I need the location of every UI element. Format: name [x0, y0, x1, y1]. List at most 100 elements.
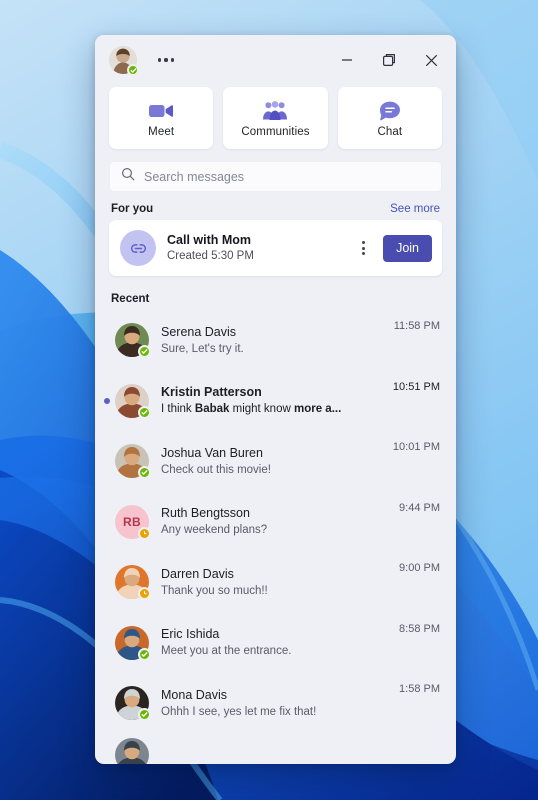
chat-preview-message: I think Babak might know more a...: [161, 403, 342, 416]
presence-badge-available: [138, 466, 151, 480]
chat-contact-name: Mona Davis: [161, 687, 227, 702]
maximize-button[interactable]: [368, 43, 410, 77]
chat-label: Chat: [377, 125, 403, 138]
meeting-text: Call with Mom Created 5:30 PM: [167, 233, 343, 264]
desktop-background: Meet Communities Chat Search messages Fo…: [0, 0, 538, 800]
dot: [170, 58, 174, 62]
recent-title: Recent: [111, 293, 150, 305]
chat-timestamp: 11:58 PM: [393, 320, 440, 332]
chat-contact-name: Darren Davis: [161, 566, 234, 581]
chat-item-text: Joshua Van Buren Check out this movie!: [161, 445, 381, 478]
search-icon: [121, 167, 135, 186]
meeting-card[interactable]: Call with Mom Created 5:30 PM Join: [109, 220, 442, 276]
avatar[interactable]: [115, 565, 151, 601]
chat-preview-message: Ohhh I see, yes let me fix that!: [161, 705, 317, 718]
check-icon: [141, 470, 148, 476]
meeting-subtitle: Created 5:30 PM: [167, 249, 254, 262]
chat-list-item[interactable]: Joshua Van Buren Check out this movie! 10:…: [101, 431, 450, 492]
chat-item-text: Eric Ishida Meet you at the entrance.: [161, 626, 387, 659]
chat-bubble-glyph: [379, 101, 400, 120]
dot: [361, 252, 365, 256]
teams-chat-flyout-window: Meet Communities Chat Search messages Fo…: [95, 35, 456, 764]
meet-label: Meet: [148, 125, 175, 138]
chat-preview-message: Any weekend plans?: [161, 524, 268, 537]
chat-item-text: Ruth Bengtsson Any weekend plans?: [161, 505, 387, 538]
video-camera-icon: [148, 99, 174, 123]
chat-list-item-partial[interactable]: [101, 734, 450, 764]
search-input[interactable]: [144, 169, 430, 184]
presence-badge-available: [138, 647, 151, 661]
chat-list-item[interactable]: RB Ruth Bengtsson Any weekend plans? 9:44 P…: [101, 492, 450, 553]
search-box[interactable]: [109, 161, 442, 192]
presence-badge-available: [127, 64, 139, 76]
maximize-icon: [383, 54, 395, 67]
chat-list-item[interactable]: Kristin Patterson I think Babak might kno…: [101, 371, 450, 432]
chat-timestamp: 9:44 PM: [399, 501, 440, 514]
chat-timestamp: 1:58 PM: [399, 683, 440, 695]
close-icon: [425, 54, 437, 66]
check-icon: [130, 67, 136, 73]
avatar[interactable]: [115, 383, 151, 419]
presence-badge-available: [138, 708, 151, 722]
clock-icon: [144, 591, 147, 595]
chat-list-item[interactable]: Eric Ishida Meet you at the entrance. 8:58…: [101, 613, 450, 674]
for-you-title: For you: [111, 203, 154, 215]
avatar[interactable]: [115, 686, 151, 722]
chat-contact-name: Joshua Van Buren: [161, 445, 263, 460]
chat-contact-name: Serena Davis: [161, 324, 237, 339]
presence-badge-away: [138, 526, 151, 540]
recent-chat-list[interactable]: Serena Davis Sure, Let's try it. 11:58 PM K…: [95, 310, 456, 764]
avatar[interactable]: [115, 737, 149, 764]
magnifier-glyph: [121, 167, 135, 181]
chat-item-text: Kristin Patterson I think Babak might kno…: [161, 384, 381, 417]
check-icon: [141, 651, 148, 657]
dot: [158, 58, 162, 62]
avatar[interactable]: RB: [115, 504, 151, 540]
chat-item-text: Mona Davis Ohhh I see, yes let me fix tha…: [161, 687, 387, 720]
meeting-more-options-button[interactable]: [354, 233, 372, 263]
contact-photo: [115, 737, 149, 764]
more-options-button[interactable]: [151, 46, 181, 74]
for-you-section: Call with Mom Created 5:30 PM Join: [95, 220, 456, 276]
meet-button[interactable]: Meet: [109, 87, 214, 149]
communities-button[interactable]: Communities: [223, 87, 328, 149]
link-glyph: [130, 243, 146, 253]
check-icon: [141, 409, 148, 415]
for-you-header: For you See more: [95, 192, 456, 220]
chat-timestamp: 9:00 PM: [399, 562, 440, 574]
chat-item-text: Darren Davis Thank you so much!!: [161, 566, 387, 599]
chat-list-item[interactable]: Darren Davis Thank you so much!! 9:00 PM: [101, 552, 450, 613]
avatar[interactable]: [115, 444, 151, 480]
presence-badge-away: [138, 587, 151, 601]
chat-list-item[interactable]: Serena Davis Sure, Let's try it. 11:58 PM: [101, 310, 450, 371]
search-section: [95, 149, 456, 192]
window-controls: [326, 43, 452, 77]
clock-icon: [144, 530, 147, 534]
user-avatar[interactable]: [109, 46, 139, 76]
recent-header: Recent: [95, 276, 456, 310]
people-group-glyph: [263, 100, 288, 120]
check-icon: [141, 349, 148, 355]
chat-preview-message: Meet you at the entrance.: [161, 645, 292, 658]
chat-list-item[interactable]: Mona Davis Ohhh I see, yes let me fix tha…: [101, 673, 450, 734]
close-button[interactable]: [410, 43, 452, 77]
minimize-button[interactable]: [326, 43, 368, 77]
link-icon: [120, 230, 156, 266]
chat-contact-name: Kristin Patterson: [161, 385, 262, 400]
dot: [361, 246, 365, 250]
meeting-title: Call with Mom: [167, 232, 252, 247]
chat-timestamp: 8:58 PM: [399, 622, 440, 635]
unread-indicator-dot: [104, 397, 110, 404]
avatar-image: [115, 737, 149, 764]
quick-action-row: Meet Communities Chat: [95, 87, 456, 149]
dot: [361, 240, 365, 244]
avatar[interactable]: [115, 323, 151, 359]
chat-button[interactable]: Chat: [337, 87, 442, 149]
join-button[interactable]: Join: [383, 234, 432, 262]
chat-contact-name: Ruth Bengtsson: [161, 506, 250, 521]
preview-bold-text: Babak: [194, 403, 230, 416]
dot: [164, 58, 168, 62]
chat-bubble-icon: [378, 99, 402, 123]
avatar[interactable]: [115, 625, 151, 661]
see-more-link[interactable]: See more: [390, 203, 440, 215]
